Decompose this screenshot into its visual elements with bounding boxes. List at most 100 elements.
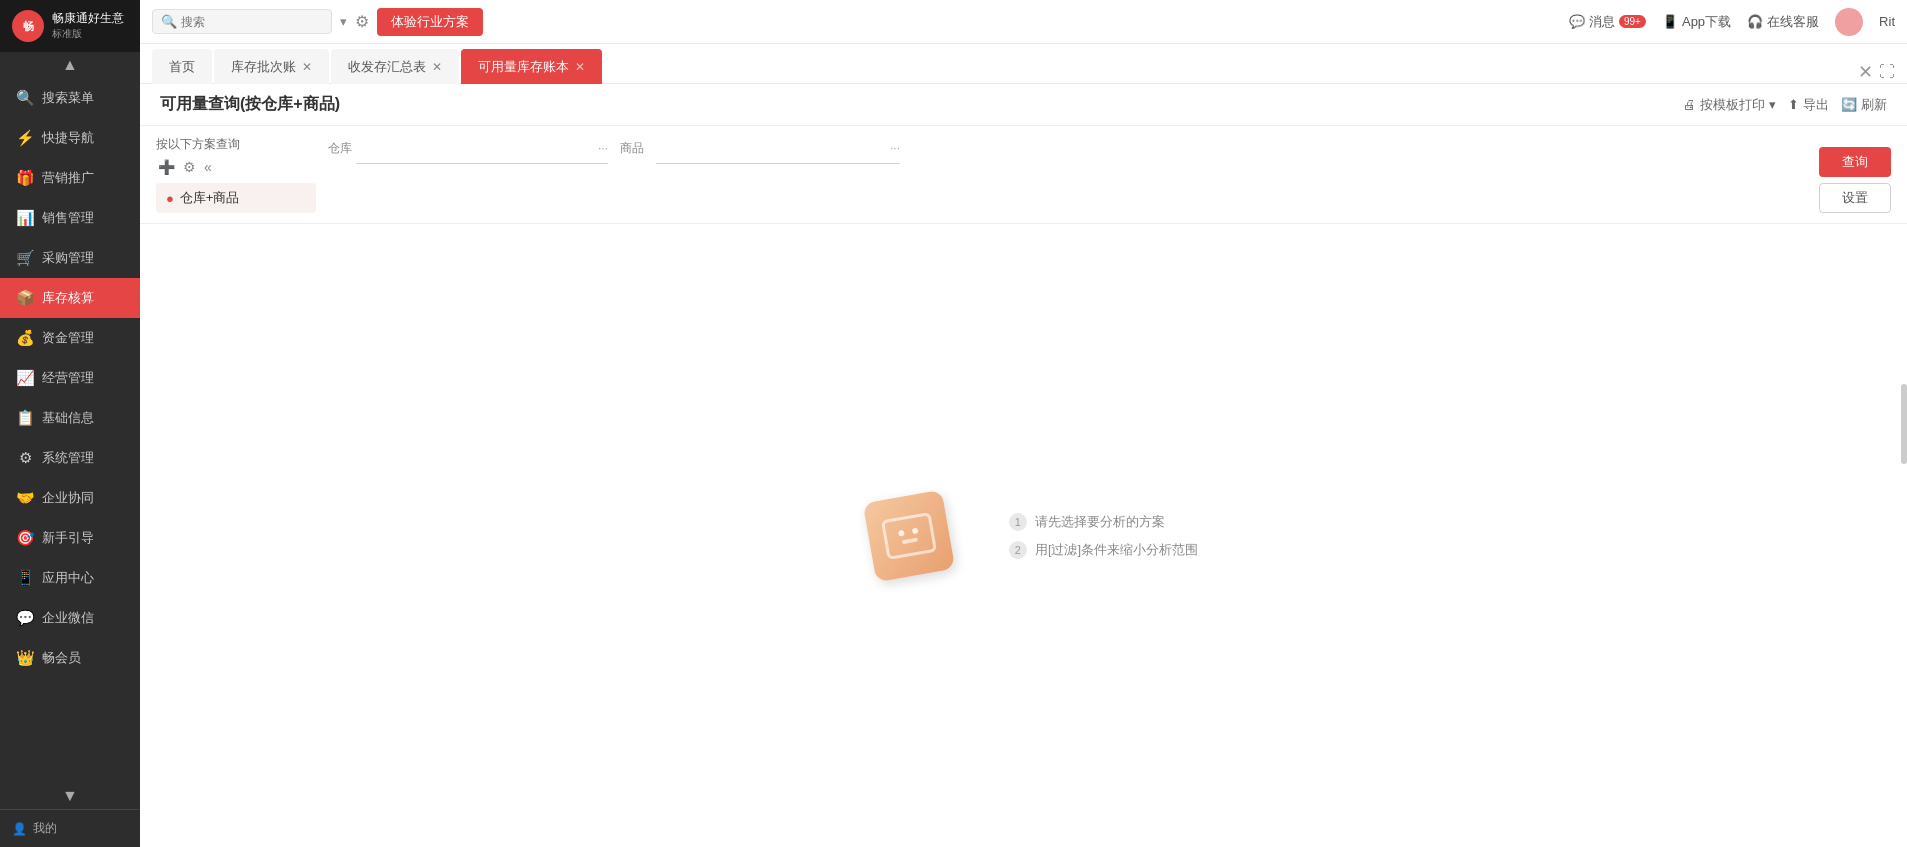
sidebar-label-9: 系统管理 <box>42 449 94 467</box>
search-input[interactable] <box>181 15 311 29</box>
tab-close-3[interactable]: ✕ <box>575 60 585 74</box>
online-service-action[interactable]: 🎧 在线客服 <box>1747 13 1819 31</box>
query-button[interactable]: 查询 <box>1819 147 1891 177</box>
sidebar-item-基础信息[interactable]: 📋 基础信息 <box>0 398 140 438</box>
headset-icon: 🎧 <box>1747 14 1763 29</box>
app-download-action[interactable]: 📱 App下载 <box>1662 13 1731 31</box>
gear-icon: ⚙ <box>183 159 196 175</box>
sidebar-footer-text: 我的 <box>33 820 57 837</box>
print-label: 按模板打印 <box>1700 96 1765 114</box>
box-mouth <box>902 537 918 544</box>
sidebar-item-采购管理[interactable]: 🛒采购管理 <box>0 238 140 278</box>
sidebar-label-10: 企业协同 <box>42 489 94 507</box>
product-field: 商品 ··· <box>620 136 900 164</box>
tab-expand-button[interactable]: ⛶ <box>1879 63 1895 81</box>
sidebar-icon-8: 📋 <box>16 409 34 427</box>
app-download-label: App下载 <box>1682 13 1731 31</box>
box-face <box>881 511 937 559</box>
sidebar-icon-11: 🎯 <box>16 529 34 547</box>
tab-1[interactable]: 库存批次账 ✕ <box>214 49 329 84</box>
add-scheme-button[interactable]: ➕ <box>156 157 177 177</box>
sidebar-item-库存核算[interactable]: 📦 库存核算 <box>0 278 140 318</box>
tab-3[interactable]: 可用量库存账本 ✕ <box>461 49 602 84</box>
messages-action[interactable]: 💬 消息 99+ <box>1569 13 1646 31</box>
tab-0[interactable]: 首页 <box>152 49 212 84</box>
export-button[interactable]: ⬆ 导出 <box>1788 96 1829 114</box>
sidebar-item-企业协同[interactable]: 🤝 企业协同 <box>0 478 140 518</box>
product-input[interactable] <box>656 136 890 159</box>
box-eye-right <box>912 527 919 534</box>
sidebar-item-企业微信[interactable]: 💬企业微信 <box>0 598 140 638</box>
search-dropdown-icon[interactable]: ▾ <box>340 14 347 29</box>
warehouse-input[interactable] <box>356 136 598 159</box>
tab-close-1[interactable]: ✕ <box>302 60 312 74</box>
collapse-filter-button[interactable]: « <box>202 157 214 177</box>
empty-state: 1 请先选择要分析的方案 2 用[过滤]条件来缩小分析范围 <box>140 224 1907 847</box>
tab-label-3: 可用量库存账本 <box>478 58 569 76</box>
empty-tip-2: 2 用[过滤]条件来缩小分析范围 <box>1009 541 1198 559</box>
print-button[interactable]: 🖨 按模板打印 ▾ <box>1683 96 1776 114</box>
sidebar-item-系统管理[interactable]: ⚙系统管理 <box>0 438 140 478</box>
add-icon: ➕ <box>158 159 175 175</box>
empty-box-illustration <box>863 489 956 582</box>
scheme-actions: ➕ ⚙ « <box>156 157 316 177</box>
tab-2[interactable]: 收发存汇总表 ✕ <box>331 49 459 84</box>
tab-label-2: 收发存汇总表 <box>348 58 426 76</box>
sidebar-icon-5: 📦 <box>16 289 34 307</box>
sidebar-label-4: 采购管理 <box>42 249 94 267</box>
sidebar-icon-1: ⚡ <box>16 129 34 147</box>
tab-close-2[interactable]: ✕ <box>432 60 442 74</box>
print-icon: 🖨 <box>1683 97 1696 112</box>
phone-icon: 📱 <box>1662 14 1678 29</box>
sidebar-label-12: 应用中心 <box>42 569 94 587</box>
collapse-icon: « <box>204 159 212 175</box>
table-settings-button[interactable]: 设置 <box>1819 183 1891 213</box>
scheme-item-icon: ● <box>166 191 174 206</box>
sidebar-icon-12: 📱 <box>16 569 34 587</box>
sidebar-label-8: 基础信息 <box>42 409 94 427</box>
industry-solution-button[interactable]: 体验行业方案 <box>377 8 483 36</box>
sidebar: 畅 畅康通好生意 标准版 ▲ 🔍 搜索菜单 ⚡快捷导航🎁营销推广📊销售管理🛒采购管理… <box>0 0 140 847</box>
user-icon: 👤 <box>12 822 27 836</box>
messages-badge: 99+ <box>1619 15 1646 28</box>
user-avatar[interactable] <box>1835 8 1863 36</box>
sidebar-label-11: 新手引导 <box>42 529 94 547</box>
sidebar-item-快捷导航[interactable]: ⚡快捷导航 <box>0 118 140 158</box>
sidebar-icon-10: 🤝 <box>16 489 34 507</box>
empty-tips: 1 请先选择要分析的方案 2 用[过滤]条件来缩小分析范围 <box>1009 513 1198 559</box>
sidebar-icon-0: 🔍 <box>16 89 34 107</box>
sidebar-header: 畅 畅康通好生意 标准版 <box>0 0 140 52</box>
sidebar-item-畅会员[interactable]: 👑畅会员 <box>0 638 140 678</box>
topbar-search-box[interactable]: 🔍 <box>152 9 332 34</box>
filter-scheme-section: 按以下方案查询 ➕ ⚙ « ● 仓库+商品 <box>156 136 316 213</box>
scheme-settings-button[interactable]: ⚙ <box>181 157 198 177</box>
tab-label-1: 库存批次账 <box>231 58 296 76</box>
sidebar-item-经营管理[interactable]: 📈经营管理 <box>0 358 140 398</box>
sidebar-icon-6: 💰 <box>16 329 34 347</box>
refresh-button[interactable]: 🔄 刷新 <box>1841 96 1887 114</box>
right-scrollbar[interactable] <box>1901 384 1907 464</box>
sidebar-scroll-up[interactable]: ▲ <box>0 52 140 78</box>
sidebar-label-7: 经营管理 <box>42 369 94 387</box>
sidebar-menu: 🔍 搜索菜单 ⚡快捷导航🎁营销推广📊销售管理🛒采购管理 📦 库存核算 💰资金管理📈经营管理… <box>0 78 140 783</box>
sidebar-item-新手引导[interactable]: 🎯 新手引导 <box>0 518 140 558</box>
product-more-button[interactable]: ··· <box>890 141 900 155</box>
sidebar-label-5: 库存核算 <box>42 289 94 307</box>
sidebar-item-搜索菜单[interactable]: 🔍 搜索菜单 <box>0 78 140 118</box>
sidebar-footer[interactable]: 👤 我的 <box>0 809 140 847</box>
sidebar-label-2: 营销推广 <box>42 169 94 187</box>
sidebar-icon-13: 💬 <box>16 609 34 627</box>
tab-close-all-button[interactable]: ✕ <box>1858 61 1873 83</box>
box-eye-left <box>898 529 905 536</box>
sidebar-label-0: 搜索菜单 <box>42 89 94 107</box>
sidebar-item-应用中心[interactable]: 📱 应用中心 <box>0 558 140 598</box>
sidebar-item-销售管理[interactable]: 📊销售管理 <box>0 198 140 238</box>
sidebar-scroll-down[interactable]: ▼ <box>0 783 140 809</box>
scheme-item-warehouse-product[interactable]: ● 仓库+商品 <box>156 183 316 213</box>
sidebar-item-营销推广[interactable]: 🎁营销推广 <box>0 158 140 198</box>
warehouse-more-button[interactable]: ··· <box>598 141 608 155</box>
app-info: 畅康通好生意 标准版 <box>52 11 124 41</box>
topbar-gear-icon[interactable]: ⚙ <box>355 12 369 31</box>
tip-1-number: 1 <box>1009 513 1027 531</box>
sidebar-item-资金管理[interactable]: 💰资金管理 <box>0 318 140 358</box>
